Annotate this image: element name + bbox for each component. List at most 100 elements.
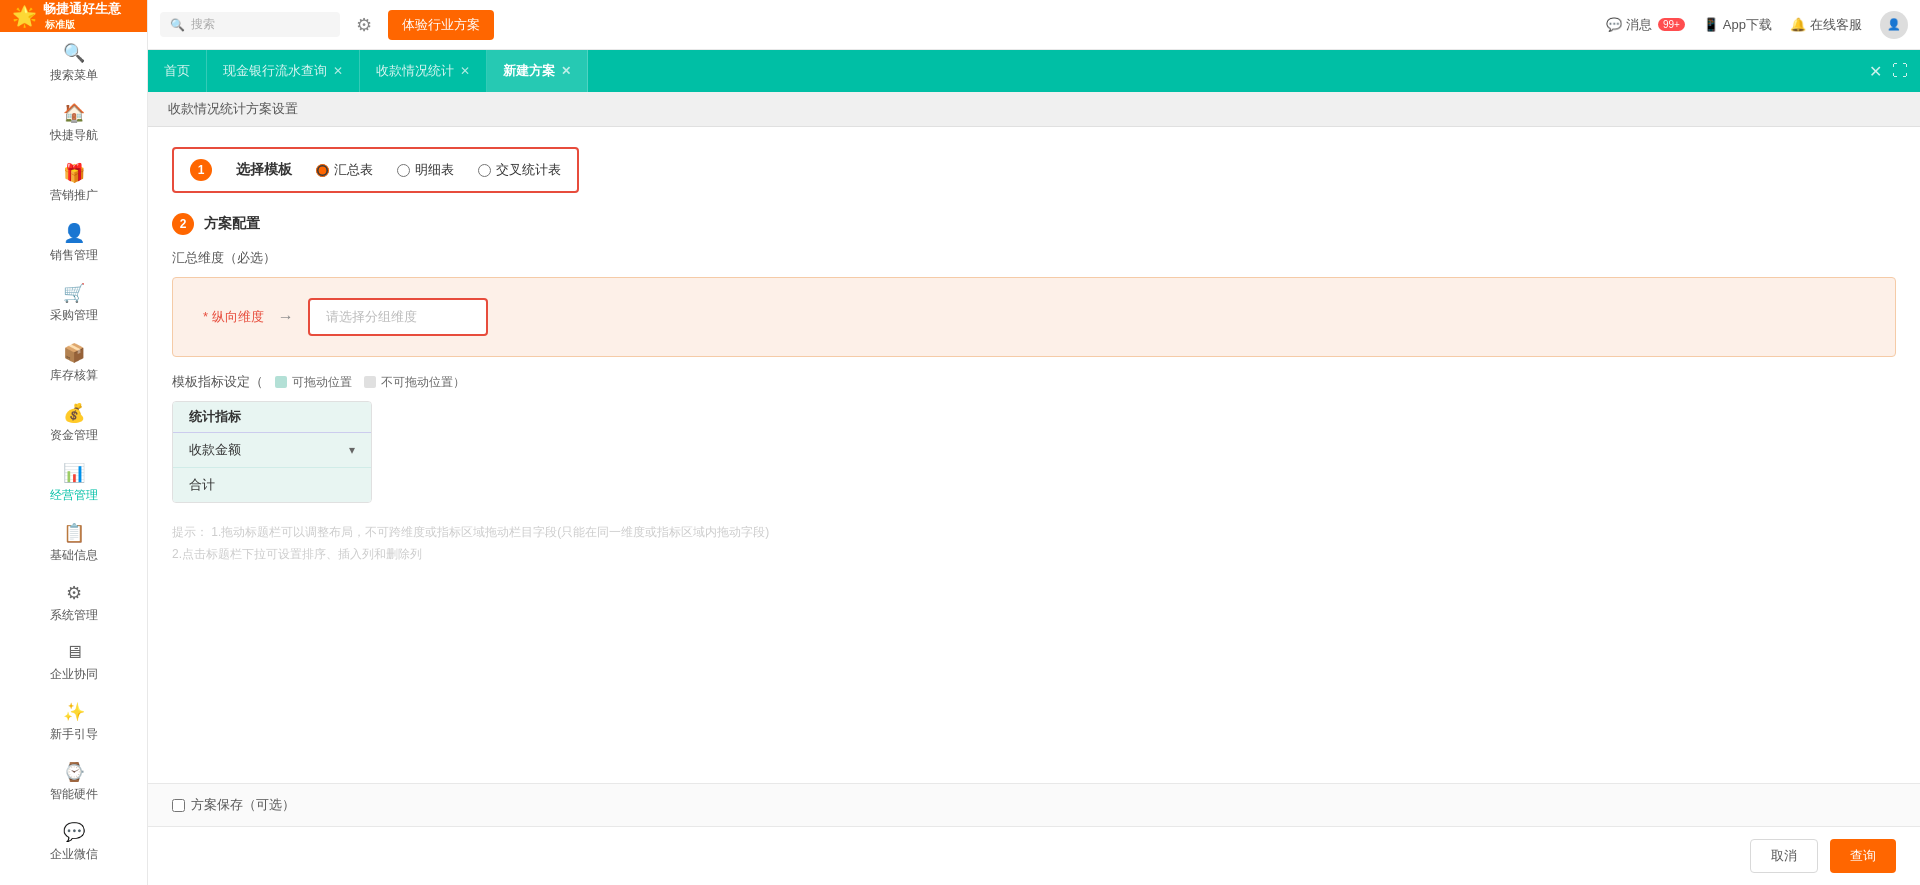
legend-draggable-label: 可拖动位置 — [292, 374, 352, 391]
page-title: 收款情况统计方案设置 — [168, 101, 298, 116]
metrics-total-row: 合计 — [173, 468, 371, 502]
tab-home[interactable]: 首页 — [148, 50, 207, 92]
online-service-button[interactable]: 🔔 在线客服 — [1790, 16, 1862, 34]
smart-hw-icon: ⌚ — [63, 761, 85, 783]
tab-new-plan[interactable]: 新建方案 ✕ — [487, 50, 588, 92]
step1-title: 选择模板 — [236, 161, 292, 179]
inventory-icon: 📦 — [63, 342, 85, 364]
save-checkbox[interactable] — [172, 799, 185, 812]
dimension-arrow-icon: → — [278, 308, 294, 326]
sidebar-item-system[interactable]: ⚙ 系统管理 — [0, 572, 147, 632]
sidebar-item-inventory[interactable]: 📦 库存核算 — [0, 332, 147, 392]
sidebar-item-marketing[interactable]: 🎁 营销推广 — [0, 152, 147, 212]
step2-badge: 2 — [172, 213, 194, 235]
search-placeholder-text: 搜索 — [191, 16, 215, 33]
sidebar-item-search-menu[interactable]: 🔍 搜索菜单 — [0, 32, 147, 92]
tab-new-plan-label: 新建方案 — [503, 62, 555, 80]
dimension-row: 纵向维度 → 请选择分组维度 — [203, 298, 1865, 336]
avatar-icon: 👤 — [1887, 18, 1901, 31]
tab-new-plan-close-icon[interactable]: ✕ — [561, 64, 571, 78]
metrics-label-text: 模板指标设定（ — [172, 373, 263, 391]
sidebar-item-newbie[interactable]: ✨ 新手引导 — [0, 691, 147, 751]
sidebar-item-label: 经营管理 — [50, 487, 98, 504]
step2-title: 方案配置 — [204, 215, 260, 233]
tab-close-all-icon[interactable]: ✕ — [1869, 62, 1882, 81]
dimension-input-box[interactable]: 请选择分组维度 — [308, 298, 488, 336]
sidebar-item-label: 资金管理 — [50, 427, 98, 444]
tab-receipt-stats-close-icon[interactable]: ✕ — [460, 64, 470, 78]
radio-summary-input[interactable] — [316, 164, 329, 177]
main-area: 🔍 搜索 ⚙ 体验行业方案 💬 消息 99+ 📱 App下载 🔔 在线客服 👤 — [148, 0, 1920, 885]
tab-receipt-stats-label: 收款情况统计 — [376, 62, 454, 80]
legend-fixed-label: 不可拖动位置） — [381, 374, 465, 391]
metrics-dropdown-0[interactable]: ▾ — [349, 443, 355, 457]
step1-badge: 1 — [190, 159, 212, 181]
sidebar-item-corp-wechat[interactable]: 💬 企业微信 — [0, 811, 147, 871]
tab-maximize-icon[interactable]: ⛶ — [1892, 62, 1908, 80]
fixed-dot — [364, 376, 376, 388]
sidebar-item-management[interactable]: 📊 经营管理 — [0, 452, 147, 512]
finance-icon: 💰 — [63, 402, 85, 424]
tab-receipt-stats[interactable]: 收款情况统计 ✕ — [360, 50, 487, 92]
sidebar-item-basic-info[interactable]: 📋 基础信息 — [0, 512, 147, 572]
sales-icon: 👤 — [63, 222, 85, 244]
industry-solution-button[interactable]: 体验行业方案 — [388, 10, 494, 40]
topbar-search-box[interactable]: 🔍 搜索 — [160, 12, 340, 37]
topbar-gear-icon[interactable]: ⚙ — [356, 14, 372, 36]
footer-bar: 取消 查询 — [148, 826, 1920, 885]
tabbar-controls: ✕ ⛶ — [1857, 50, 1920, 92]
basic-info-icon: 📋 — [63, 522, 85, 544]
save-bar: 方案保存（可选） — [148, 783, 1920, 826]
hint-text-1: 提示： 1.拖动标题栏可以调整布局，不可跨维度或指标区域拖动栏目字段(只能在同一… — [172, 522, 1896, 544]
service-icon: 🔔 — [1790, 17, 1806, 32]
tab-bank-flow-label: 现金银行流水查询 — [223, 62, 327, 80]
corp-collab-icon: 🖥 — [65, 642, 83, 663]
hint-text-2: 2.点击标题栏下拉可设置排序、插入列和删除列 — [172, 544, 1896, 566]
save-label[interactable]: 方案保存（可选） — [191, 796, 295, 814]
dimension-row-label: 纵向维度 — [203, 308, 264, 326]
legend-draggable: 可拖动位置 — [275, 374, 352, 391]
sidebar: 🌟 畅捷通好生意 标准版 🔍 搜索菜单 🏠 快捷导航 🎁 营销推广 👤 销售管理… — [0, 0, 148, 885]
sidebar-item-smart-hw[interactable]: ⌚ 智能硬件 — [0, 751, 147, 811]
sidebar-item-label: 智能硬件 — [50, 786, 98, 803]
query-button[interactable]: 查询 — [1830, 839, 1896, 873]
tab-bank-flow-close-icon[interactable]: ✕ — [333, 64, 343, 78]
app-download-label: App下载 — [1723, 16, 1772, 34]
sidebar-item-label: 企业协同 — [50, 666, 98, 683]
step2-header: 2 方案配置 — [172, 213, 1896, 235]
metrics-row-label-0: 收款金额 — [189, 441, 341, 459]
sidebar-item-label: 快捷导航 — [50, 127, 98, 144]
page-title-bar: 收款情况统计方案设置 — [148, 92, 1920, 127]
system-icon: ⚙ — [66, 582, 82, 604]
radio-detail-input[interactable] — [397, 164, 410, 177]
user-avatar[interactable]: 👤 — [1880, 11, 1908, 39]
app-download-button[interactable]: 📱 App下载 — [1703, 16, 1772, 34]
template-select-row: 1 选择模板 汇总表 明细表 交叉统计表 — [172, 147, 579, 193]
message-button[interactable]: 💬 消息 99+ — [1606, 16, 1685, 34]
management-icon: 📊 — [63, 462, 85, 484]
radio-cross-input[interactable] — [478, 164, 491, 177]
sidebar-item-purchase[interactable]: 🛒 采购管理 — [0, 272, 147, 332]
purchase-icon: 🛒 — [63, 282, 85, 304]
corp-wechat-icon: 💬 — [63, 821, 85, 843]
radio-summary[interactable]: 汇总表 — [316, 161, 373, 179]
sidebar-item-member[interactable]: 🏷 畅会员 — [0, 871, 147, 885]
marketing-icon: 🎁 — [63, 162, 85, 184]
cancel-button[interactable]: 取消 — [1750, 839, 1818, 873]
radio-detail[interactable]: 明细表 — [397, 161, 454, 179]
tab-bank-flow[interactable]: 现金银行流水查询 ✕ — [207, 50, 360, 92]
sidebar-item-finance[interactable]: 💰 资金管理 — [0, 392, 147, 452]
dimension-config-label: 汇总维度（必选） — [172, 249, 1896, 267]
logo-badge: 标准版 — [45, 18, 121, 32]
sidebar-item-sales[interactable]: 👤 销售管理 — [0, 212, 147, 272]
online-service-label: 在线客服 — [1810, 16, 1862, 34]
sidebar-item-corp-collab[interactable]: 🖥 企业协同 — [0, 632, 147, 691]
step1-section: 1 选择模板 汇总表 明细表 交叉统计表 — [172, 147, 1896, 193]
newbie-icon: ✨ — [63, 701, 85, 723]
radio-cross[interactable]: 交叉统计表 — [478, 161, 561, 179]
tabbar: 首页 现金银行流水查询 ✕ 收款情况统计 ✕ 新建方案 ✕ ✕ ⛶ — [148, 50, 1920, 92]
hint-section: 提示： 1.拖动标题栏可以调整布局，不可跨维度或指标区域拖动栏目字段(只能在同一… — [172, 522, 1896, 565]
sidebar-item-quick-nav[interactable]: 🏠 快捷导航 — [0, 92, 147, 152]
step2-section: 2 方案配置 汇总维度（必选） 纵向维度 → 请选择分组维度 模板指标设定（ — [172, 213, 1896, 565]
sidebar-item-label: 库存核算 — [50, 367, 98, 384]
